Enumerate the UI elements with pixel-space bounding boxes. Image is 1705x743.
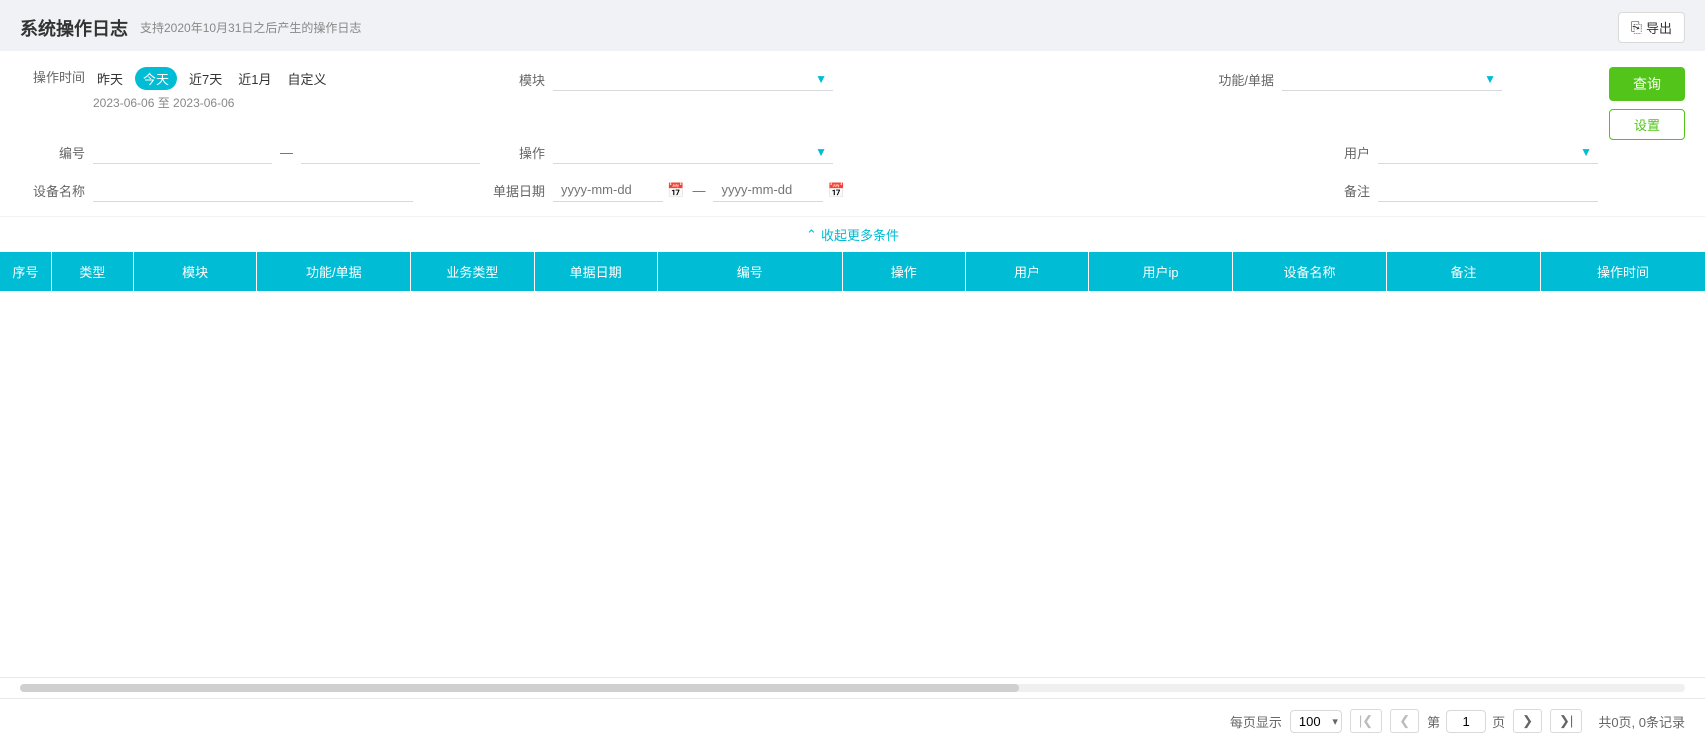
module-filter-col: 模块 ▼: [480, 67, 1209, 91]
col-header-func: 功能/单据: [257, 252, 411, 291]
settings-button[interactable]: 设置: [1609, 109, 1685, 140]
page-subtitle: 支持2020年10月31日之后产生的操作日志: [140, 19, 361, 36]
date-label: 单据日期: [480, 181, 545, 200]
func-select[interactable]: [1282, 67, 1502, 91]
col-header-doc-date: 单据日期: [534, 252, 657, 291]
scrollbar-area: [0, 677, 1705, 698]
export-button[interactable]: ⎘ 导出: [1618, 12, 1685, 43]
calendar-end-icon[interactable]: 📅: [827, 182, 844, 199]
next-page-button[interactable]: ❯: [1513, 709, 1542, 733]
func-select-wrapper: ▼: [1282, 67, 1502, 91]
remark-label: 备注: [1305, 181, 1370, 200]
scrollbar-track: [20, 684, 1685, 692]
page-title: 系统操作日志: [20, 15, 128, 41]
col-header-user: 用户: [965, 252, 1088, 291]
col-header-biz-type: 业务类型: [411, 252, 534, 291]
func-label: 功能/单据: [1209, 70, 1274, 89]
time-btn-1month[interactable]: 近1月: [234, 67, 275, 90]
query-button[interactable]: 查询: [1609, 67, 1685, 101]
module-select-wrapper: ▼: [553, 67, 833, 91]
user-select[interactable]: [1378, 140, 1598, 164]
module-select[interactable]: [553, 67, 833, 91]
page-info: 第 页: [1427, 710, 1505, 733]
filter-row-2: 编号 — 操作 ▼ 用户: [0, 140, 1705, 178]
page-header: 系统操作日志 支持2020年10月31日之后产生的操作日志 ⎘ 导出: [0, 0, 1705, 51]
col-header-remark: 备注: [1387, 252, 1541, 291]
date-dash: —: [692, 183, 705, 198]
table-wrapper: 序号 类型 模块 功能/单据 业务类型 单据日期 编号 操作 用户 用户ip 设…: [0, 252, 1705, 677]
num-filter-col: 编号 —: [20, 140, 480, 164]
filter-row-1: 操作时间 昨天 今天 近7天 近1月 自定义 2023-06-06 至 2023…: [0, 51, 1705, 140]
op-label: 操作: [480, 143, 545, 162]
remark-input[interactable]: [1378, 178, 1598, 202]
col-header-index: 序号: [0, 252, 51, 291]
time-range-display: 2023-06-06 至 2023-06-06: [93, 94, 331, 111]
time-btn-today[interactable]: 今天: [135, 67, 177, 90]
user-label: 用户: [1305, 143, 1370, 162]
last-page-button[interactable]: ❯|: [1550, 709, 1582, 733]
col-header-type: 类型: [51, 252, 133, 291]
collapse-bar: ⌃ 收起更多条件: [0, 216, 1705, 252]
table-header: 序号 类型 模块 功能/单据 业务类型 单据日期 编号 操作 用户 用户ip 设…: [0, 252, 1705, 291]
col-header-device: 设备名称: [1232, 252, 1386, 291]
op-select-wrapper: ▼: [553, 140, 833, 164]
prev-page-button[interactable]: ❮: [1390, 709, 1419, 733]
page-label: 第: [1427, 712, 1440, 731]
num-label: 编号: [20, 143, 85, 162]
calendar-start-icon[interactable]: 📅: [667, 182, 684, 199]
filter-area: 操作时间 昨天 今天 近7天 近1月 自定义 2023-06-06 至 2023…: [0, 51, 1705, 252]
col-header-op-time: 操作时间: [1541, 252, 1705, 291]
scrollbar-thumb[interactable]: [20, 684, 1019, 692]
device-filter-col: 设备名称: [20, 178, 480, 202]
num-input-end[interactable]: [301, 140, 480, 164]
col-header-num: 编号: [657, 252, 842, 291]
col-header-user-ip: 用户ip: [1089, 252, 1233, 291]
time-btn-yesterday[interactable]: 昨天: [93, 67, 127, 90]
remark-filter-col: 备注: [1305, 178, 1685, 202]
action-buttons: 查询 设置: [1609, 67, 1685, 140]
op-select[interactable]: [553, 140, 833, 164]
export-icon: ⎘: [1631, 19, 1642, 36]
page-container: 系统操作日志 支持2020年10月31日之后产生的操作日志 ⎘ 导出 操作时间 …: [0, 0, 1705, 743]
data-table: 序号 类型 模块 功能/单据 业务类型 单据日期 编号 操作 用户 用户ip 设…: [0, 252, 1705, 291]
time-filter-col: 操作时间 昨天 今天 近7天 近1月 自定义 2023-06-06 至 2023…: [20, 67, 480, 111]
func-filter-col: 功能/单据 ▼: [1209, 67, 1589, 91]
total-info: 共0页, 0条记录: [1598, 712, 1685, 731]
module-label: 模块: [480, 70, 545, 89]
page-suffix: 页: [1492, 712, 1505, 731]
table-header-row: 序号 类型 模块 功能/单据 业务类型 单据日期 编号 操作 用户 用户ip 设…: [0, 252, 1705, 291]
page-input[interactable]: [1446, 710, 1486, 733]
col-header-op: 操作: [842, 252, 965, 291]
time-buttons: 昨天 今天 近7天 近1月 自定义: [93, 67, 331, 90]
date-input-end[interactable]: [713, 178, 823, 202]
op-filter-col: 操作 ▼: [480, 140, 1305, 164]
user-select-wrapper: ▼: [1378, 140, 1598, 164]
pagination: 每页显示 20 50 100 200 ▾ |❮ ❮ 第 页 ❯ ❯| 共0页, …: [0, 698, 1705, 743]
first-page-button[interactable]: |❮: [1350, 709, 1382, 733]
date-filter-col: 单据日期 📅 — 📅: [480, 178, 1305, 202]
device-input[interactable]: [93, 178, 413, 202]
time-btn-7days[interactable]: 近7天: [185, 67, 226, 90]
per-page-select[interactable]: 20 50 100 200: [1290, 710, 1342, 733]
per-page-label: 每页显示: [1230, 712, 1282, 731]
device-label: 设备名称: [20, 181, 85, 200]
num-input-start[interactable]: [93, 140, 272, 164]
num-dash: —: [280, 145, 293, 160]
filter-row-3: 设备名称 单据日期 📅 — 📅 备注: [0, 178, 1705, 216]
col-header-module: 模块: [134, 252, 257, 291]
collapse-chevron-icon: ⌃: [806, 227, 817, 243]
date-input-start[interactable]: [553, 178, 663, 202]
empty-area: [0, 291, 1705, 641]
time-btn-custom[interactable]: 自定义: [284, 67, 331, 90]
user-filter-col: 用户 ▼: [1305, 140, 1685, 164]
collapse-button[interactable]: ⌃ 收起更多条件: [806, 225, 899, 244]
time-section: 昨天 今天 近7天 近1月 自定义 2023-06-06 至 2023-06-0…: [93, 67, 331, 111]
per-page-select-wrapper: 20 50 100 200 ▾: [1290, 710, 1342, 733]
time-label: 操作时间: [20, 67, 85, 86]
